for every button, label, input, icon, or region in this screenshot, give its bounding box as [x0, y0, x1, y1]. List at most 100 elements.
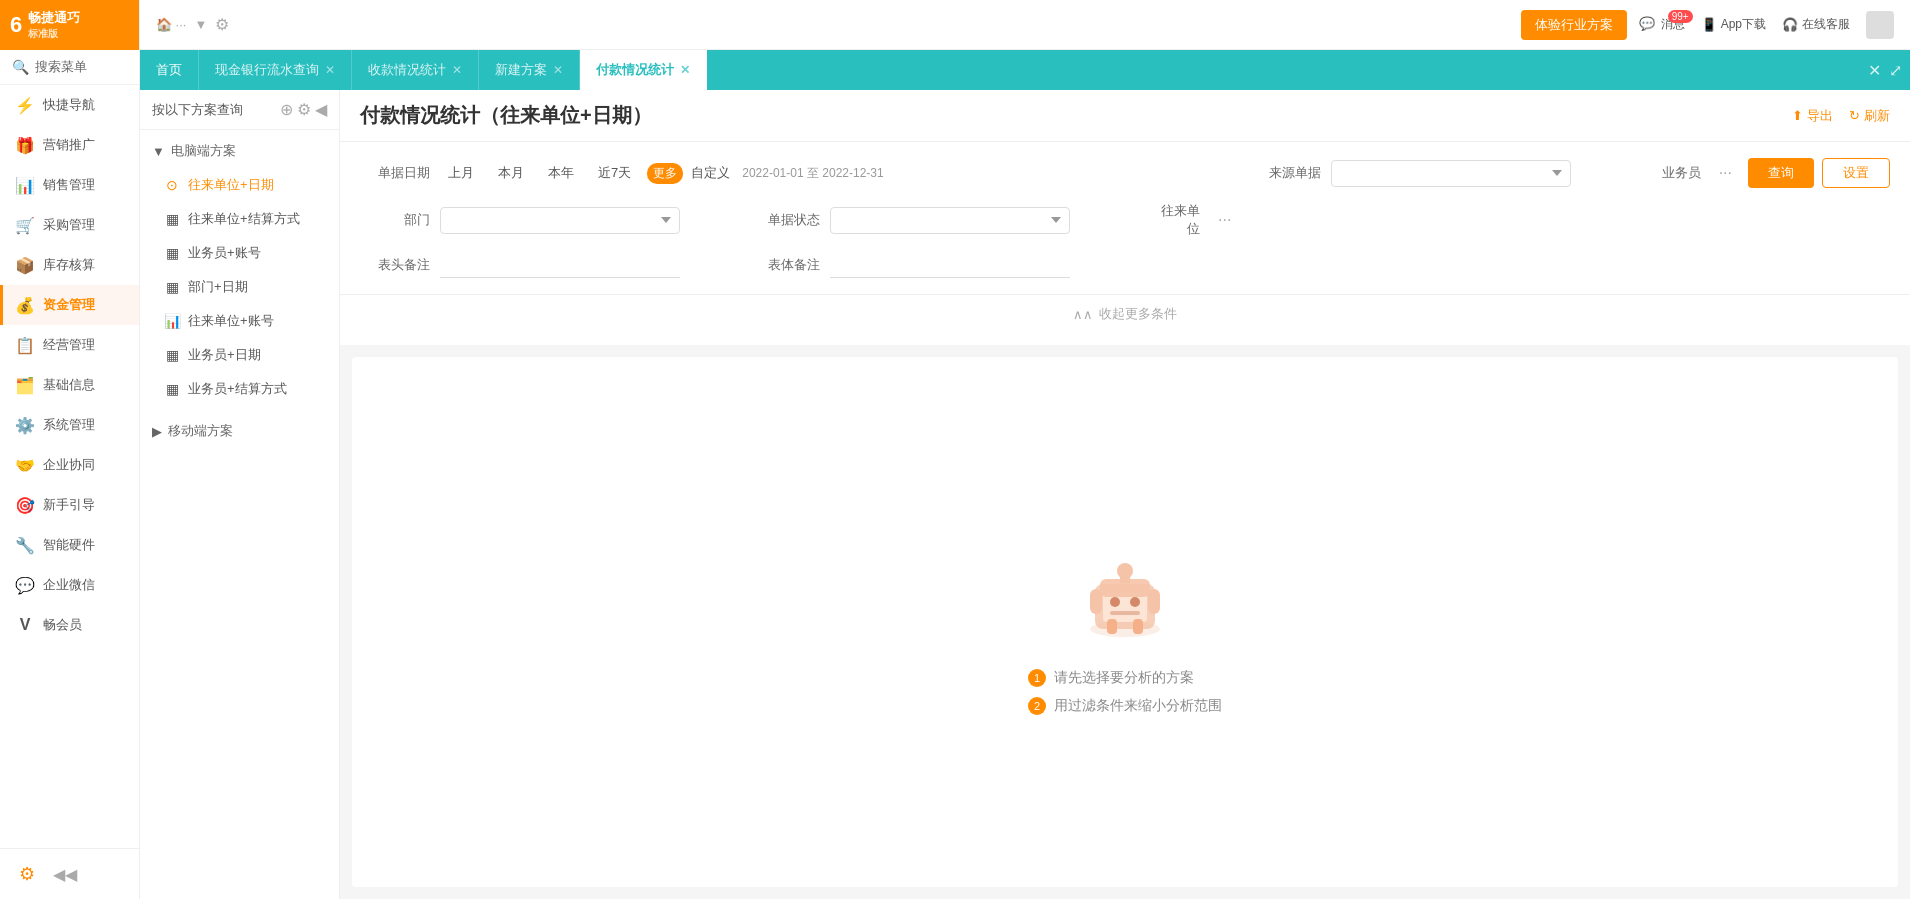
- sidebar: 6 畅捷通巧 标准版 🔍 搜索菜单 ⚡ 快捷导航 🎁 营销推广 📊 销售管理 🛒…: [0, 0, 140, 899]
- sidebar-item-basic[interactable]: 🗂️ 基础信息: [0, 365, 139, 405]
- date-range-display: 2022-01-01 至 2022-12-31: [742, 165, 883, 182]
- tab-receipt-stat-close[interactable]: ✕: [452, 63, 462, 77]
- chevron-down-icon[interactable]: ▼: [194, 17, 207, 32]
- scheme-item-dept-date[interactable]: ▦ 部门+日期: [140, 270, 339, 304]
- date-filter-value: 上月 本月 本年 近7天 更多 自定义 2022-01-01 至 2022-12…: [440, 160, 1221, 186]
- tab-close-all-icon[interactable]: ✕: [1868, 61, 1881, 80]
- sidebar-item-enterprise[interactable]: 🤝 企业协同: [0, 445, 139, 485]
- empty-tip-2: 2 用过滤条件来缩小分析范围: [1028, 697, 1222, 715]
- tab-maximize-icon[interactable]: ⤢: [1889, 61, 1902, 80]
- tab-payment-stat[interactable]: 付款情况统计 ✕: [580, 50, 707, 90]
- quick-nav-icon: ⚡: [15, 95, 35, 115]
- export-button[interactable]: ⬆ 导出: [1792, 107, 1833, 125]
- sidebar-item-inventory[interactable]: 📦 库存核算: [0, 245, 139, 285]
- scheme-item-salesman-settlement[interactable]: ▦ 业务员+结算方式: [140, 372, 339, 406]
- sidebar-item-system[interactable]: ⚙️ 系统管理: [0, 405, 139, 445]
- app-download-link[interactable]: 📱 App下载: [1701, 16, 1766, 33]
- svg-rect-3: [1090, 589, 1102, 614]
- collapse-sidebar-button[interactable]: ◀◀: [50, 859, 80, 889]
- scheme-icon: ▦: [164, 347, 180, 363]
- tab-bar-right: ✕ ⤢: [1868, 61, 1910, 80]
- note-header-label: 表头备注: [360, 256, 440, 274]
- page-title-actions: ⬆ 导出 ↻ 刷新: [1792, 107, 1890, 125]
- settings-button[interactable]: 设置: [1822, 158, 1890, 188]
- sidebar-item-purchase[interactable]: 🛒 采购管理: [0, 205, 139, 245]
- user-avatar[interactable]: [1866, 11, 1894, 39]
- top-header: 🏠 ··· ▼ ⚙ 体验行业方案 💬 消息 99+ 📱 App下载 🎧 在线客服: [140, 0, 1910, 50]
- tab-new-scheme[interactable]: 新建方案 ✕: [479, 50, 580, 90]
- date-btn-this-year[interactable]: 本年: [540, 160, 582, 186]
- tab-cash-flow-label: 现金银行流水查询: [215, 61, 319, 79]
- note-body-input[interactable]: [830, 252, 1070, 278]
- filter-row-1: 单据日期 上月 本月 本年 近7天 更多 自定义 2022-01-01 至 20…: [360, 158, 1890, 188]
- sidebar-item-operation[interactable]: 📋 经营管理: [0, 325, 139, 365]
- scheme-item-label: 往来单位+日期: [188, 176, 274, 194]
- member-icon: V: [15, 615, 35, 635]
- expand-icon: ▼: [152, 144, 165, 159]
- date-more-button[interactable]: 更多: [647, 163, 683, 184]
- tab-home[interactable]: 首页: [140, 50, 199, 90]
- page-title-bar: 付款情况统计（往来单位+日期） ⬆ 导出 ↻ 刷新: [340, 90, 1910, 142]
- scheme-item-counterparty-settlement[interactable]: ▦ 往来单位+结算方式: [140, 202, 339, 236]
- svg-rect-12: [1120, 577, 1130, 583]
- salesperson-label: 业务员: [1651, 164, 1711, 182]
- sidebar-item-marketing[interactable]: 🎁 营销推广: [0, 125, 139, 165]
- collapse-conditions-button[interactable]: ∧∧ 收起更多条件: [360, 295, 1890, 333]
- sidebar-item-label: 系统管理: [43, 416, 95, 434]
- source-select[interactable]: [1331, 160, 1571, 187]
- service-icon: 🎧: [1782, 17, 1798, 32]
- note-header-input[interactable]: [440, 252, 680, 278]
- scheme-section-mobile-header[interactable]: ▶ 移动端方案: [140, 414, 339, 448]
- date-btn-7days[interactable]: 近7天: [590, 160, 639, 186]
- app-name: 畅捷通巧: [28, 10, 80, 25]
- sidebar-item-label: 智能硬件: [43, 536, 95, 554]
- try-industry-button[interactable]: 体验行业方案: [1521, 10, 1627, 40]
- dept-select[interactable]: [440, 207, 680, 234]
- scheme-icon: ▦: [164, 245, 180, 261]
- tab-payment-stat-close[interactable]: ✕: [680, 63, 690, 77]
- settings-icon[interactable]: ⚙: [12, 859, 42, 889]
- scheme-item-salesman-account[interactable]: ▦ 业务员+账号: [140, 236, 339, 270]
- counterparty-dots[interactable]: ···: [1218, 211, 1231, 229]
- date-btn-last-month[interactable]: 上月: [440, 160, 482, 186]
- capital-icon: 💰: [15, 295, 35, 315]
- empty-state: 1 请先选择要分析的方案 2 用过滤条件来缩小分析范围: [352, 357, 1898, 887]
- sidebar-item-label: 库存核算: [43, 256, 95, 274]
- tab-receipt-stat[interactable]: 收款情况统计 ✕: [352, 50, 479, 90]
- sidebar-item-wechat[interactable]: 💬 企业微信: [0, 565, 139, 605]
- messages-badge[interactable]: 💬 消息 99+: [1639, 16, 1685, 33]
- date-custom-button[interactable]: 自定义: [691, 164, 730, 182]
- sidebar-item-member[interactable]: V 畅会员: [0, 605, 139, 645]
- sidebar-item-capital[interactable]: 💰 资金管理: [0, 285, 139, 325]
- scheme-section-desktop-header[interactable]: ▼ 电脑端方案: [140, 134, 339, 168]
- settings-scheme-icon[interactable]: ⚙: [297, 100, 311, 119]
- date-btn-this-month[interactable]: 本月: [490, 160, 532, 186]
- sidebar-item-guide[interactable]: 🎯 新手引导: [0, 485, 139, 525]
- scheme-item-salesman-date[interactable]: ▦ 业务员+日期: [140, 338, 339, 372]
- voucher-status-select[interactable]: [830, 207, 1070, 234]
- scheme-active-icon: ⊙: [164, 177, 180, 193]
- add-scheme-icon[interactable]: ⊕: [280, 100, 293, 119]
- scheme-item-counterparty-account[interactable]: 📊 往来单位+账号: [140, 304, 339, 338]
- tab-new-scheme-close[interactable]: ✕: [553, 63, 563, 77]
- note-header-value: [440, 252, 720, 278]
- sidebar-item-quick-nav[interactable]: ⚡ 快捷导航: [0, 85, 139, 125]
- inventory-icon: 📦: [15, 255, 35, 275]
- sidebar-item-hardware[interactable]: 🔧 智能硬件: [0, 525, 139, 565]
- scheme-item-label: 往来单位+结算方式: [188, 210, 300, 228]
- gear-settings-icon[interactable]: ⚙: [215, 15, 229, 34]
- scheme-item-counterparty-date[interactable]: ⊙ 往来单位+日期: [140, 168, 339, 202]
- collapse-panel-icon[interactable]: ◀: [315, 100, 327, 119]
- search-menu[interactable]: 🔍 搜索菜单: [0, 50, 139, 85]
- refresh-button[interactable]: ↻ 刷新: [1849, 107, 1890, 125]
- salesperson-dots[interactable]: ···: [1719, 164, 1732, 182]
- tab-cash-flow[interactable]: 现金银行流水查询 ✕: [199, 50, 352, 90]
- tab-receipt-stat-label: 收款情况统计: [368, 61, 446, 79]
- tab-cash-flow-close[interactable]: ✕: [325, 63, 335, 77]
- online-service-link[interactable]: 🎧 在线客服: [1782, 16, 1850, 33]
- basic-icon: 🗂️: [15, 375, 35, 395]
- sidebar-item-label: 销售管理: [43, 176, 95, 194]
- svg-rect-5: [1107, 619, 1117, 634]
- query-button[interactable]: 查询: [1748, 158, 1814, 188]
- sidebar-item-sales[interactable]: 📊 销售管理: [0, 165, 139, 205]
